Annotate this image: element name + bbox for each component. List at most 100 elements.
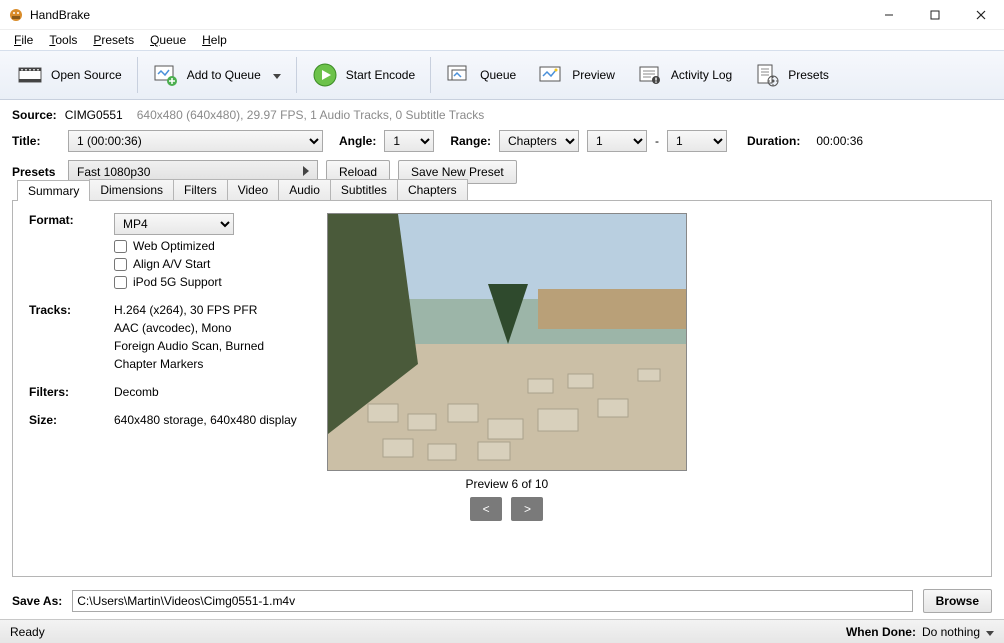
- presets-button[interactable]: Presets: [743, 55, 840, 95]
- source-label: Source:: [12, 108, 57, 122]
- queue-add-icon: [153, 62, 179, 88]
- chevron-down-icon: [986, 625, 994, 639]
- save-as-input[interactable]: [72, 590, 912, 612]
- size-value: 640x480 storage, 640x480 display: [114, 413, 297, 427]
- minimize-button[interactable]: [866, 0, 912, 30]
- menu-presets[interactable]: Presets: [87, 31, 140, 49]
- tab-content-summary: Format: MP4 Web Optimized Align A/V Star…: [13, 201, 991, 576]
- preview-caption: Preview 6 of 10: [465, 477, 548, 491]
- track-line: H.264 (x264), 30 FPS PFR: [114, 303, 297, 317]
- preview-prev-button[interactable]: <: [470, 497, 502, 521]
- separator: [430, 57, 431, 93]
- filters-label: Filters:: [29, 385, 104, 399]
- statusbar: Ready When Done: Do nothing: [0, 619, 1004, 643]
- queue-label: Queue: [480, 68, 516, 82]
- preset-selected: Fast 1080p30: [77, 165, 150, 179]
- queue-icon: [446, 62, 472, 88]
- menu-tools[interactable]: Tools: [43, 31, 83, 49]
- tab-filters[interactable]: Filters: [173, 179, 228, 200]
- angle-select[interactable]: 1: [384, 130, 434, 152]
- title-select[interactable]: 1 (00:00:36): [68, 130, 323, 152]
- ipod-checkbox[interactable]: iPod 5G Support: [114, 275, 297, 289]
- size-label: Size:: [29, 413, 104, 427]
- when-done-value: Do nothing: [922, 625, 980, 639]
- align-av-checkbox[interactable]: Align A/V Start: [114, 257, 297, 271]
- save-as-label: Save As:: [12, 594, 62, 608]
- tabs-container: Summary Dimensions Filters Video Audio S…: [12, 200, 992, 577]
- main-content: Source: CIMG0551 640x480 (640x480), 29.9…: [0, 100, 1004, 619]
- tracks-label: Tracks:: [29, 303, 104, 371]
- separator: [137, 57, 138, 93]
- preview-button[interactable]: Preview: [527, 55, 626, 95]
- presets-label: Presets: [788, 68, 829, 82]
- browse-button[interactable]: Browse: [923, 589, 992, 613]
- title-label: Title:: [12, 134, 60, 148]
- app-icon: [8, 7, 24, 23]
- tab-audio[interactable]: Audio: [278, 179, 331, 200]
- track-line: Foreign Audio Scan, Burned: [114, 339, 297, 353]
- menu-file[interactable]: File: [8, 31, 39, 49]
- filmstrip-icon: [17, 62, 43, 88]
- play-icon: [312, 62, 338, 88]
- preview-next-button[interactable]: >: [511, 497, 543, 521]
- start-encode-button[interactable]: Start Encode: [301, 55, 426, 95]
- tab-dimensions[interactable]: Dimensions: [89, 179, 174, 200]
- window-controls: [866, 0, 1004, 30]
- maximize-button[interactable]: [912, 0, 958, 30]
- tabstrip: Summary Dimensions Filters Video Audio S…: [17, 179, 467, 200]
- open-source-label: Open Source: [51, 68, 122, 82]
- range-mode-select[interactable]: Chapters: [499, 130, 579, 152]
- tab-video[interactable]: Video: [227, 179, 279, 200]
- filters-value: Decomb: [114, 385, 297, 399]
- toolbar: Open Source Add to Queue Start Encode Qu…: [0, 50, 1004, 100]
- presets-bar-label: Presets: [12, 165, 60, 179]
- tab-summary[interactable]: Summary: [17, 180, 90, 201]
- range-to-select[interactable]: 1: [667, 130, 727, 152]
- activity-log-button[interactable]: Activity Log: [626, 55, 743, 95]
- range-from-select[interactable]: 1: [587, 130, 647, 152]
- app-title: HandBrake: [30, 8, 866, 22]
- source-name: CIMG0551: [65, 108, 123, 122]
- activity-log-icon: [637, 62, 663, 88]
- when-done-label: When Done:: [846, 625, 916, 639]
- preview-nav: < >: [467, 497, 546, 521]
- menubar: File Tools Presets Queue Help: [0, 30, 1004, 50]
- tab-subtitles[interactable]: Subtitles: [330, 179, 398, 200]
- menu-help[interactable]: Help: [196, 31, 233, 49]
- duration-value: 00:00:36: [816, 134, 863, 148]
- track-line: AAC (avcodec), Mono: [114, 321, 297, 335]
- range-dash: -: [655, 134, 659, 148]
- open-source-button[interactable]: Open Source: [6, 55, 133, 95]
- source-info: 640x480 (640x480), 29.97 FPS, 1 Audio Tr…: [137, 108, 485, 122]
- title-row: Title: 1 (00:00:36) Angle: 1 Range: Chap…: [12, 130, 992, 152]
- when-done[interactable]: When Done: Do nothing: [846, 625, 994, 639]
- save-as-row: Save As: Browse: [12, 589, 992, 613]
- queue-button[interactable]: Queue: [435, 55, 527, 95]
- separator: [296, 57, 297, 93]
- track-line: Chapter Markers: [114, 357, 297, 371]
- web-optimized-checkbox[interactable]: Web Optimized: [114, 239, 297, 253]
- chevron-down-icon: [273, 68, 281, 82]
- titlebar: HandBrake: [0, 0, 1004, 30]
- preview-image: [327, 213, 687, 471]
- summary-left: Format: MP4 Web Optimized Align A/V Star…: [29, 213, 297, 564]
- start-encode-label: Start Encode: [346, 68, 415, 82]
- angle-label: Angle:: [339, 134, 376, 148]
- source-row: Source: CIMG0551 640x480 (640x480), 29.9…: [12, 108, 992, 122]
- add-to-queue-button[interactable]: Add to Queue: [142, 55, 292, 95]
- format-select[interactable]: MP4: [114, 213, 234, 235]
- chevron-right-icon: [303, 165, 309, 179]
- status-text: Ready: [10, 625, 45, 639]
- format-label: Format:: [29, 213, 104, 289]
- preview-column: Preview 6 of 10 < >: [327, 213, 687, 564]
- duration-label: Duration:: [747, 134, 800, 148]
- tab-chapters[interactable]: Chapters: [397, 179, 468, 200]
- presets-icon: [754, 62, 780, 88]
- menu-queue[interactable]: Queue: [144, 31, 192, 49]
- add-to-queue-label: Add to Queue: [187, 68, 261, 82]
- activity-log-label: Activity Log: [671, 68, 732, 82]
- preview-icon: [538, 62, 564, 88]
- close-button[interactable]: [958, 0, 1004, 30]
- preview-label: Preview: [572, 68, 615, 82]
- range-label: Range:: [450, 134, 491, 148]
